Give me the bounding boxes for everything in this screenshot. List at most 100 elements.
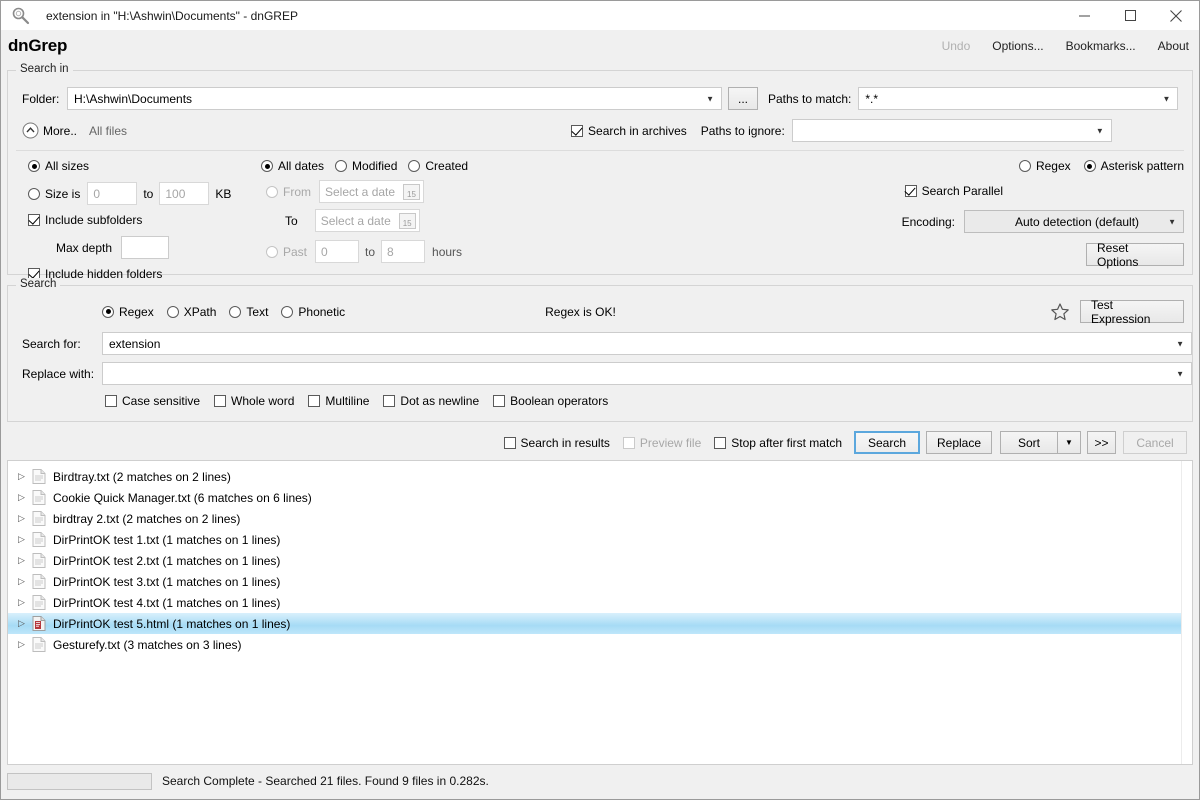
folder-input[interactable]: H:\Ashwin\Documents ▼ bbox=[67, 87, 722, 110]
expander-icon[interactable]: ▷ bbox=[18, 597, 32, 608]
result-row[interactable]: ▷ DirPrintOK test 4.txt (1 matches on 1 … bbox=[8, 592, 1192, 613]
text-file-icon bbox=[32, 532, 46, 547]
to-date-input[interactable]: Select a date 15 bbox=[314, 209, 420, 232]
past-radio[interactable]: Past bbox=[266, 245, 307, 259]
result-row[interactable]: ▷ DirPrintOK test 1.txt (1 matches on 1 … bbox=[8, 529, 1192, 550]
from-date-radio[interactable]: From bbox=[266, 185, 311, 199]
close-button[interactable] bbox=[1153, 1, 1199, 30]
stop-after-first-match-checkbox[interactable]: Stop after first match bbox=[714, 436, 842, 450]
case-sensitive-label: Case sensitive bbox=[122, 394, 201, 408]
encoding-select[interactable]: Auto detection (default) ▼ bbox=[964, 210, 1184, 233]
paths-to-ignore-label: Paths to ignore: bbox=[700, 123, 785, 138]
replace-with-input[interactable]: ▼ bbox=[102, 362, 1192, 385]
sort-dropdown-arrow[interactable]: ▼ bbox=[1057, 431, 1081, 454]
search-type-regex-radio[interactable]: Regex bbox=[102, 305, 154, 319]
encoding-value: Auto detection (default) bbox=[1014, 214, 1140, 229]
result-row[interactable]: ▷ Birdtray.txt (2 matches on 2 lines) bbox=[8, 466, 1192, 487]
all-files-label: All files bbox=[89, 123, 128, 138]
star-outline-icon[interactable] bbox=[1050, 302, 1070, 322]
result-row-label: DirPrintOK test 3.txt (1 matches on 1 li… bbox=[53, 574, 281, 589]
test-expression-button[interactable]: Test Expression bbox=[1080, 298, 1184, 326]
result-row[interactable]: ▷ Cookie Quick Manager.txt (6 matches on… bbox=[8, 487, 1192, 508]
multiline-checkbox[interactable]: Multiline bbox=[308, 394, 369, 408]
whole-word-checkbox[interactable]: Whole word bbox=[214, 394, 294, 408]
asterisk-pattern-radio[interactable]: Asterisk pattern bbox=[1083, 159, 1184, 173]
dot-as-newline-checkbox[interactable]: Dot as newline bbox=[383, 394, 479, 408]
all-sizes-label: All sizes bbox=[45, 159, 90, 173]
menu-undo[interactable]: Undo bbox=[942, 39, 971, 53]
menu-bookmarks[interactable]: Bookmarks... bbox=[1066, 39, 1136, 53]
result-row-label: DirPrintOK test 2.txt (1 matches on 1 li… bbox=[53, 553, 281, 568]
radio-dot bbox=[408, 160, 421, 172]
max-depth-input[interactable] bbox=[121, 236, 170, 259]
case-sensitive-checkbox[interactable]: Case sensitive bbox=[105, 394, 200, 408]
radio-dot bbox=[261, 160, 273, 172]
result-row[interactable]: ▷ birdtray 2.txt (2 matches on 2 lines) bbox=[8, 508, 1192, 529]
search-button[interactable]: Search bbox=[854, 431, 920, 454]
past-min-input[interactable]: 0 bbox=[315, 240, 360, 263]
from-date-input[interactable]: Select a date 15 bbox=[319, 180, 424, 203]
status-bar: Search Complete - Searched 21 files. Fou… bbox=[7, 768, 1193, 794]
divider bbox=[16, 150, 1184, 151]
all-sizes-radio[interactable]: All sizes bbox=[28, 159, 89, 173]
expander-icon[interactable]: ▷ bbox=[18, 534, 32, 545]
search-type-xpath-radio[interactable]: XPath bbox=[166, 304, 217, 319]
radio-dot bbox=[28, 187, 40, 200]
paths-to-ignore-input[interactable]: ▼ bbox=[791, 119, 1112, 142]
reset-options-button[interactable]: Reset Options bbox=[1086, 241, 1184, 269]
search-in-archives-checkbox[interactable]: Search in archives bbox=[571, 124, 687, 138]
more-expander-icon[interactable] bbox=[22, 122, 39, 139]
paths-to-match-input[interactable]: *.* ▼ bbox=[858, 87, 1179, 110]
search-type-xpath-label: XPath bbox=[183, 304, 217, 319]
search-for-label: Search for: bbox=[22, 336, 81, 351]
modified-radio[interactable]: Modified bbox=[335, 159, 397, 173]
search-parallel-checkbox[interactable]: Search Parallel bbox=[904, 184, 1003, 198]
menu-options[interactable]: Options... bbox=[992, 39, 1043, 53]
result-row[interactable]: ▷ DirPrintOK test 3.txt (1 matches on 1 … bbox=[8, 571, 1192, 592]
minimize-button[interactable] bbox=[1061, 1, 1107, 30]
menu-about[interactable]: About bbox=[1158, 39, 1189, 53]
search-in-group: Search in Folder: H:\Ashwin\Documents ▼ … bbox=[7, 63, 1193, 303]
results-scrollbar[interactable] bbox=[1181, 461, 1192, 764]
search-type-phonetic-radio[interactable]: Phonetic bbox=[281, 305, 345, 319]
size-max-input[interactable]: 100 bbox=[159, 182, 210, 205]
search-for-input[interactable]: extension ▼ bbox=[102, 332, 1192, 355]
calendar-icon[interactable]: 15 bbox=[403, 184, 420, 200]
result-row[interactable]: ▷ Gesturefy.txt (3 matches on 3 lines) bbox=[8, 634, 1192, 655]
expander-icon[interactable]: ▷ bbox=[18, 618, 32, 629]
expander-icon[interactable]: ▷ bbox=[18, 492, 32, 503]
expander-icon[interactable]: ▷ bbox=[18, 555, 32, 566]
expander-icon[interactable]: ▷ bbox=[18, 471, 32, 482]
result-row[interactable]: ▷ DirPrintOK test 2.txt (1 matches on 1 … bbox=[8, 550, 1192, 571]
include-subfolders-checkbox[interactable]: Include subfolders bbox=[28, 213, 142, 227]
search-type-text-radio[interactable]: Text bbox=[229, 305, 268, 319]
result-row-selected[interactable]: ▷ DirPrintOK test 5.html (1 matches on 1… bbox=[8, 613, 1182, 634]
expand-results-button[interactable]: >> bbox=[1087, 431, 1116, 454]
sort-button[interactable]: Sort bbox=[1000, 431, 1057, 454]
expander-icon[interactable]: ▷ bbox=[18, 639, 32, 650]
maximize-button[interactable] bbox=[1107, 1, 1153, 30]
search-in-legend: Search in bbox=[16, 63, 73, 75]
expander-icon[interactable]: ▷ bbox=[18, 513, 32, 524]
boolean-operators-checkbox[interactable]: Boolean operators bbox=[493, 394, 608, 408]
created-radio[interactable]: Created bbox=[408, 159, 468, 173]
more-label[interactable]: More.. bbox=[43, 124, 77, 138]
browse-folder-button[interactable]: ... bbox=[728, 87, 758, 110]
results-list[interactable]: ▷ Birdtray.txt (2 matches on 2 lines) ▷ … bbox=[7, 460, 1193, 765]
search-in-results-checkbox[interactable]: Search in results bbox=[503, 436, 610, 450]
all-dates-radio[interactable]: All dates bbox=[261, 159, 324, 173]
stop-after-first-match-label: Stop after first match bbox=[731, 435, 842, 450]
app-brand: dnGrep bbox=[8, 36, 68, 55]
size-min-input[interactable]: 0 bbox=[87, 182, 138, 205]
regex-pattern-radio[interactable]: Regex bbox=[1018, 159, 1071, 173]
preview-file-checkbox[interactable]: Preview file bbox=[622, 436, 701, 450]
expander-icon[interactable]: ▷ bbox=[18, 576, 32, 587]
size-is-radio[interactable]: Size is bbox=[28, 187, 80, 201]
cancel-button[interactable]: Cancel bbox=[1123, 431, 1187, 454]
replace-button[interactable]: Replace bbox=[926, 431, 992, 454]
calendar-icon[interactable]: 15 bbox=[398, 213, 416, 229]
dot-as-newline-label: Dot as newline bbox=[400, 394, 480, 408]
past-max-input[interactable]: 8 bbox=[381, 240, 426, 263]
encoding-label: Encoding: bbox=[901, 214, 955, 229]
search-for-value: extension bbox=[109, 336, 161, 351]
